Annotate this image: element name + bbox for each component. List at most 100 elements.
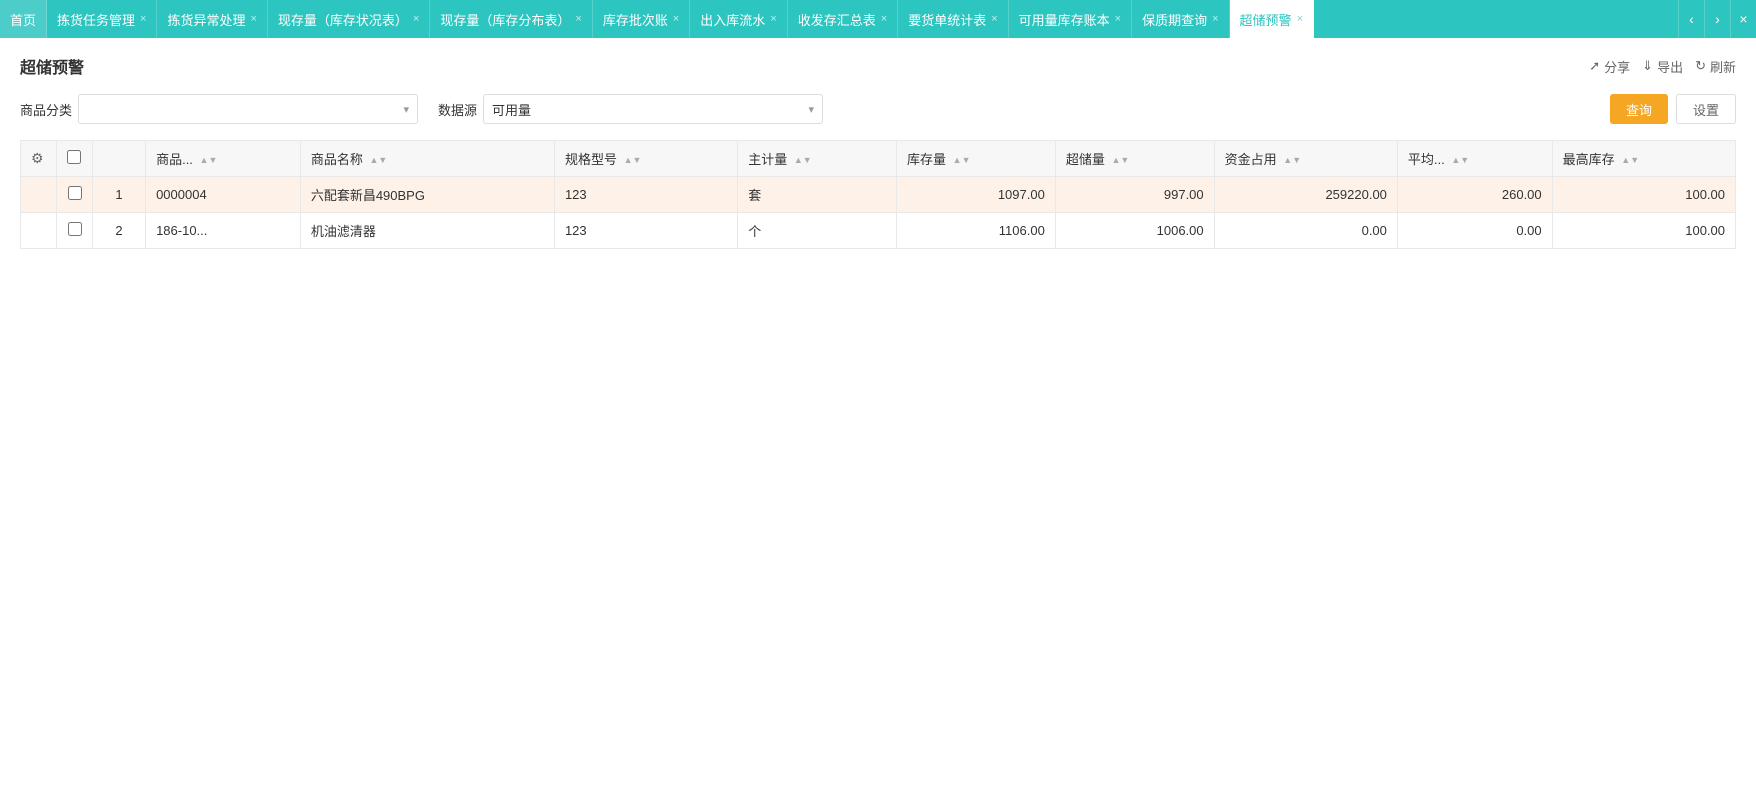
row-checkbox-cell [57, 213, 93, 249]
nav-close-icon[interactable]: × [770, 13, 776, 25]
select-all-checkbox[interactable] [67, 150, 81, 164]
nav-receipt-summary[interactable]: 收发存汇总表 × [788, 0, 898, 38]
nav-close-icon[interactable]: × [1297, 13, 1303, 25]
chevron-down-icon: ▾ [809, 103, 815, 116]
sort-icon[interactable]: ▲▼ [1621, 156, 1639, 165]
nav-close-icon[interactable]: × [1212, 13, 1218, 25]
sort-icon[interactable]: ▲▼ [369, 156, 387, 165]
row-checkbox[interactable] [68, 222, 82, 236]
table-header-row: ⚙ 商品... ▲▼ 商品名称 ▲▼ 规格型号 ▲▼ [21, 141, 1736, 177]
nav-close-icon[interactable]: × [250, 13, 256, 25]
nav-overstock-warning[interactable]: 超储预警 × [1230, 0, 1314, 38]
datasource-select[interactable]: 可用量 ▾ [483, 94, 823, 124]
nav-home[interactable]: 首页 [0, 0, 47, 38]
th-settings: ⚙ [21, 141, 57, 177]
row-over-stock: 1006.00 [1055, 213, 1214, 249]
row-max-stock: 100.00 [1552, 177, 1735, 213]
refresh-button[interactable]: ↻ 刷新 [1695, 57, 1736, 76]
th-stock: 库存量 ▲▼ [897, 141, 1056, 177]
sort-icon[interactable]: ▲▼ [794, 156, 812, 165]
row-unit: 套 [738, 177, 897, 213]
nav-close-icon[interactable]: × [140, 13, 146, 25]
th-checkbox [57, 141, 93, 177]
sort-icon[interactable]: ▲▼ [200, 156, 218, 165]
row-product-name: 六配套新昌490BPG [300, 177, 554, 213]
sort-icon[interactable]: ▲▼ [1111, 156, 1129, 165]
row-spec: 123 [554, 177, 737, 213]
th-index [93, 141, 146, 177]
header-actions: ➚ 分享 ⇓ 导出 ↻ 刷新 [1589, 57, 1736, 76]
nav-picking-task[interactable]: 拣货任务管理 × [47, 0, 157, 38]
sort-icon[interactable]: ▲▼ [953, 156, 971, 165]
sort-icon[interactable]: ▲▼ [624, 156, 642, 165]
export-icon: ⇓ [1642, 58, 1653, 74]
row-index: 1 [93, 177, 146, 213]
row-capital: 259220.00 [1214, 177, 1397, 213]
row-capital: 0.00 [1214, 213, 1397, 249]
category-filter: 商品分类 ▾ [20, 94, 418, 124]
query-button[interactable]: 查询 [1610, 94, 1668, 124]
row-max-stock: 100.00 [1552, 213, 1735, 249]
table-row: 2 186-10... 机油滤清器 123 个 1106.00 1006.00 … [21, 213, 1736, 249]
row-stock: 1097.00 [897, 177, 1056, 213]
nav-next-arrow[interactable]: › [1704, 0, 1730, 38]
th-unit: 主计量 ▲▼ [738, 141, 897, 177]
nav-inout-flow[interactable]: 出入库流水 × [690, 0, 787, 38]
nav-close-icon[interactable]: × [673, 13, 679, 25]
sort-icon[interactable]: ▲▼ [1283, 156, 1301, 165]
th-product-code: 商品... ▲▼ [146, 141, 301, 177]
th-spec: 规格型号 ▲▼ [554, 141, 737, 177]
row-avg: 0.00 [1397, 213, 1552, 249]
nav-close-icon[interactable]: × [881, 13, 887, 25]
category-label: 商品分类 [20, 100, 72, 119]
nav-order-stat[interactable]: 要货单统计表 × [898, 0, 1008, 38]
table-body: 1 0000004 六配套新昌490BPG 123 套 1097.00 997.… [21, 177, 1736, 249]
share-icon: ➚ [1589, 58, 1600, 74]
th-product-name: 商品名称 ▲▼ [300, 141, 554, 177]
datasource-label: 数据源 [438, 100, 477, 119]
row-checkbox[interactable] [68, 186, 82, 200]
nav-arrows: ‹ › × [1678, 0, 1756, 38]
refresh-icon: ↻ [1695, 58, 1706, 74]
category-select[interactable]: ▾ [78, 94, 418, 124]
nav-close-icon[interactable]: × [1115, 13, 1121, 25]
row-product-code: 186-10... [146, 213, 301, 249]
export-button[interactable]: ⇓ 导出 [1642, 57, 1683, 76]
row-spec: 123 [554, 213, 737, 249]
table-row: 1 0000004 六配套新昌490BPG 123 套 1097.00 997.… [21, 177, 1736, 213]
share-button[interactable]: ➚ 分享 [1589, 57, 1630, 76]
row-checkbox-cell [57, 177, 93, 213]
th-max-stock: 最高库存 ▲▼ [1552, 141, 1735, 177]
th-capital: 资金占用 ▲▼ [1214, 141, 1397, 177]
row-stock: 1106.00 [897, 213, 1056, 249]
gear-icon[interactable]: ⚙ [31, 150, 44, 166]
nav-close-icon[interactable]: × [413, 13, 419, 25]
filter-area: 商品分类 ▾ 数据源 可用量 ▾ 查询 设置 [20, 94, 1736, 124]
nav-close-icon[interactable]: × [575, 13, 581, 25]
row-settings-cell [21, 177, 57, 213]
nav-inventory-batch[interactable]: 库存批次账 × [593, 0, 690, 38]
main-content: 超储预警 ➚ 分享 ⇓ 导出 ↻ 刷新 商品分类 ▾ 数据源 [0, 38, 1756, 800]
nav-available-stock[interactable]: 可用量库存账本 × [1009, 0, 1132, 38]
row-unit: 个 [738, 213, 897, 249]
nav-close-icon[interactable]: × [991, 13, 997, 25]
nav-inventory-status[interactable]: 现存量（库存状况表） × [268, 0, 430, 38]
chevron-down-icon: ▾ [403, 103, 409, 116]
settings-button[interactable]: 设置 [1676, 94, 1736, 124]
th-avg: 平均... ▲▼ [1397, 141, 1552, 177]
page-header: 超储预警 ➚ 分享 ⇓ 导出 ↻ 刷新 [20, 54, 1736, 78]
th-over-stock: 超储量 ▲▼ [1055, 141, 1214, 177]
filter-buttons: 查询 设置 [1610, 94, 1736, 124]
nav-picking-exception[interactable]: 拣货异常处理 × [157, 0, 267, 38]
nav-close-all[interactable]: × [1730, 0, 1756, 38]
sort-icon[interactable]: ▲▼ [1451, 156, 1469, 165]
nav-quality-period[interactable]: 保质期查询 × [1132, 0, 1229, 38]
row-settings-cell [21, 213, 57, 249]
datasource-select-value: 可用量 [492, 100, 531, 119]
row-product-code: 0000004 [146, 177, 301, 213]
row-over-stock: 997.00 [1055, 177, 1214, 213]
page-title: 超储预警 [20, 54, 84, 78]
nav-prev-arrow[interactable]: ‹ [1678, 0, 1704, 38]
data-table: ⚙ 商品... ▲▼ 商品名称 ▲▼ 规格型号 ▲▼ [20, 140, 1736, 249]
nav-inventory-dist[interactable]: 现存量（库存分布表） × [430, 0, 592, 38]
